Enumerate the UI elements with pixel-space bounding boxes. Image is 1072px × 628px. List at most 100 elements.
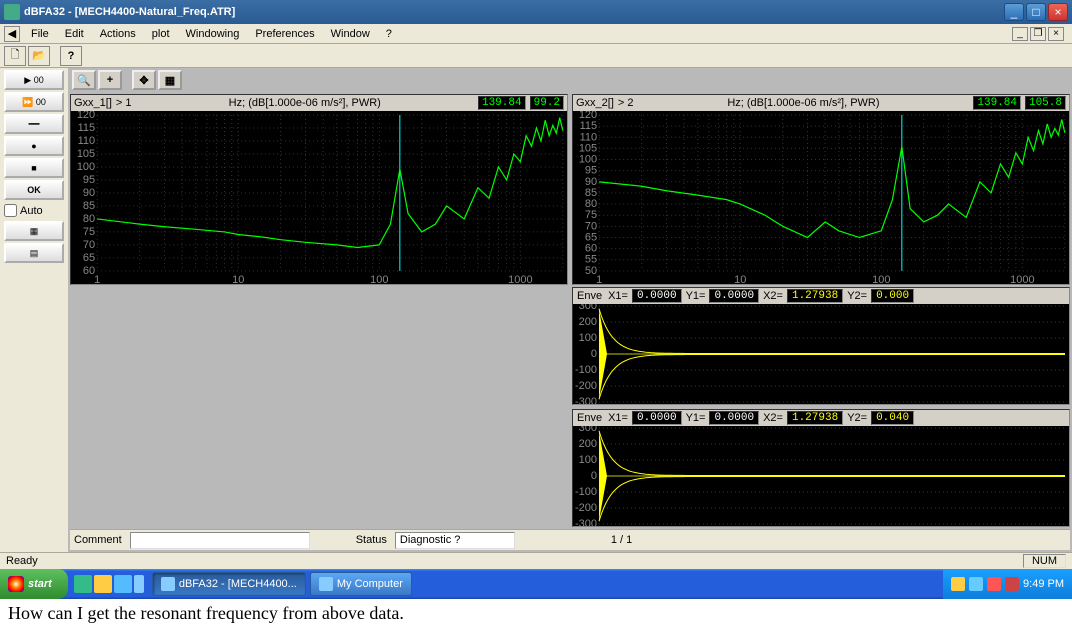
task-button[interactable]: dBFA32 - [MECH4400... xyxy=(152,572,306,596)
chart-gxx1-plot[interactable]: 6065707580859095100105110115120110100100… xyxy=(71,111,567,285)
tray-shield-icon[interactable] xyxy=(951,577,965,591)
menu-?[interactable]: ? xyxy=(378,26,400,42)
svg-text:1000: 1000 xyxy=(508,273,532,284)
help-button[interactable]: ? xyxy=(60,46,82,66)
envelope-2[interactable]: Enve X1= 0.0000 Y1= 0.0000 X2= 1.27938 Y… xyxy=(572,409,1070,527)
envelope-1-plot[interactable]: 3002001000-100-200-300 xyxy=(573,304,1069,404)
maximize-button[interactable]: □ xyxy=(1026,3,1046,21)
svg-text:60: 60 xyxy=(585,242,597,254)
auto-checkbox-row[interactable]: Auto xyxy=(4,202,64,219)
svg-text:200: 200 xyxy=(579,438,597,450)
svg-text:-300: -300 xyxy=(575,518,597,526)
clock[interactable]: 9:49 PM xyxy=(1023,578,1064,590)
svg-text:65: 65 xyxy=(83,251,95,263)
ql-explorer-icon[interactable] xyxy=(94,575,112,593)
svg-text:200: 200 xyxy=(579,316,597,328)
svg-text:10: 10 xyxy=(734,273,746,284)
env1-x2-label: X2= xyxy=(761,290,785,302)
svg-text:110: 110 xyxy=(78,135,96,147)
svg-text:90: 90 xyxy=(83,186,95,198)
svg-text:-100: -100 xyxy=(575,486,597,498)
extra-btn-1[interactable]: ▦ xyxy=(4,221,64,241)
titlebar: dBFA32 - [MECH4400-Natural_Freq.ATR] _ □… xyxy=(0,0,1072,24)
chart-gxx1-name: Gxx_1[] xyxy=(74,97,112,109)
svg-text:100: 100 xyxy=(579,153,597,165)
chart-gxx1-readout1: 139.84 xyxy=(478,96,526,110)
svg-text:85: 85 xyxy=(585,186,597,198)
chart-gxx2-plot[interactable]: 5055606570758085909510010511011512011010… xyxy=(573,111,1069,285)
tray-network-icon[interactable] xyxy=(969,577,983,591)
auto-checkbox[interactable] xyxy=(4,204,17,217)
rec-play-button[interactable]: ▶ 00 xyxy=(4,70,64,90)
envelope-1[interactable]: Enve X1= 0.0000 Y1= 0.0000 X2= 1.27938 Y… xyxy=(572,287,1070,405)
systray: 9:49 PM xyxy=(943,569,1072,599)
task-button[interactable]: My Computer xyxy=(310,572,412,596)
minimize-button[interactable]: _ xyxy=(1004,3,1024,21)
svg-text:55: 55 xyxy=(585,253,597,265)
svg-text:95: 95 xyxy=(83,173,95,185)
rec-ff-button[interactable]: ⏩ 00 xyxy=(4,92,64,112)
comment-label: Comment xyxy=(74,534,122,546)
open-button[interactable]: 📂 xyxy=(28,46,50,66)
rec-dot-button[interactable]: ● xyxy=(4,136,64,156)
tool-zoom-button[interactable]: 🔍 xyxy=(72,70,96,90)
svg-text:1000: 1000 xyxy=(1010,273,1034,284)
svg-text:65: 65 xyxy=(585,231,597,243)
ql-chevron-icon[interactable] xyxy=(134,575,144,593)
page-indicator: 1 / 1 xyxy=(611,534,632,546)
env1-y2: 0.000 xyxy=(871,289,914,303)
ql-ie-icon[interactable] xyxy=(74,575,92,593)
svg-text:80: 80 xyxy=(83,212,95,224)
tool-grid-button[interactable]: ▦ xyxy=(158,70,182,90)
status-field: Diagnostic ? xyxy=(395,532,515,549)
child-restore-button[interactable]: ❐ xyxy=(1030,27,1046,41)
app-icon xyxy=(4,4,20,20)
chart-gxx2-gt: > 2 xyxy=(618,97,634,109)
close-button[interactable]: × xyxy=(1048,3,1068,21)
new-button[interactable]: 🗋 xyxy=(4,46,26,66)
toolbar: 🗋 📂 ? xyxy=(0,44,1072,68)
menu-plot[interactable]: plot xyxy=(144,26,178,42)
tray-av-icon[interactable] xyxy=(1005,577,1019,591)
menu-preferences[interactable]: Preferences xyxy=(247,26,322,42)
chart-gxx2[interactable]: Gxx_2[] > 2 Hz; (dB[1.000e-06 m/s²], PWR… xyxy=(572,94,1070,286)
env2-y2: 0.040 xyxy=(871,411,914,425)
menu-windowing[interactable]: Windowing xyxy=(178,26,248,42)
task-icon xyxy=(319,577,333,591)
env1-y1-label: Y1= xyxy=(684,290,708,302)
ok-button[interactable]: OK xyxy=(4,180,64,200)
env2-name: Enve xyxy=(575,412,604,424)
psd-charts-row: Gxx_1[] > 1 Hz; (dB[1.000e-06 m/s²], PWR… xyxy=(70,94,1070,286)
comment-field[interactable] xyxy=(130,532,310,549)
rec-bar-button[interactable]: ━━ xyxy=(4,114,64,134)
start-button[interactable]: start xyxy=(0,569,68,599)
svg-text:-200: -200 xyxy=(575,502,597,514)
rec-stop-button[interactable]: ■ xyxy=(4,158,64,178)
menu-back-icon[interactable]: ◀ xyxy=(4,26,20,42)
tray-volume-icon[interactable] xyxy=(987,577,1001,591)
extra-btn-2[interactable]: ▤ xyxy=(4,243,64,263)
menu-file[interactable]: File xyxy=(23,26,57,42)
child-minimize-button[interactable]: _ xyxy=(1012,27,1028,41)
chart-gxx1[interactable]: Gxx_1[] > 1 Hz; (dB[1.000e-06 m/s²], PWR… xyxy=(70,94,568,286)
svg-text:-100: -100 xyxy=(575,364,597,376)
auto-label: Auto xyxy=(20,205,43,217)
ql-desktop-icon[interactable] xyxy=(114,575,132,593)
tool-move-button[interactable]: ✥ xyxy=(132,70,156,90)
svg-text:105: 105 xyxy=(77,147,95,159)
chart-gxx1-readout2: 99.2 xyxy=(530,96,564,110)
child-close-button[interactable]: × xyxy=(1048,27,1064,41)
tool-plus-button[interactable]: + xyxy=(98,70,122,90)
menu-window[interactable]: Window xyxy=(323,26,378,42)
svg-text:115: 115 xyxy=(78,122,96,134)
env1-name: Enve xyxy=(575,290,604,302)
envelope-2-plot[interactable]: 3002001000-100-200-300 xyxy=(573,426,1069,526)
env1-x1: 0.0000 xyxy=(632,289,682,303)
svg-text:105: 105 xyxy=(579,142,597,154)
main-area: ▶ 00 ⏩ 00 ━━ ● ■ OK Auto ▦ ▤ 🔍 + ✥ ▦ Gxx… xyxy=(0,68,1072,552)
svg-text:1: 1 xyxy=(596,273,602,284)
menu-actions[interactable]: Actions xyxy=(92,26,144,42)
menu-edit[interactable]: Edit xyxy=(57,26,92,42)
env2-y1: 0.0000 xyxy=(709,411,759,425)
svg-text:100: 100 xyxy=(77,160,95,172)
